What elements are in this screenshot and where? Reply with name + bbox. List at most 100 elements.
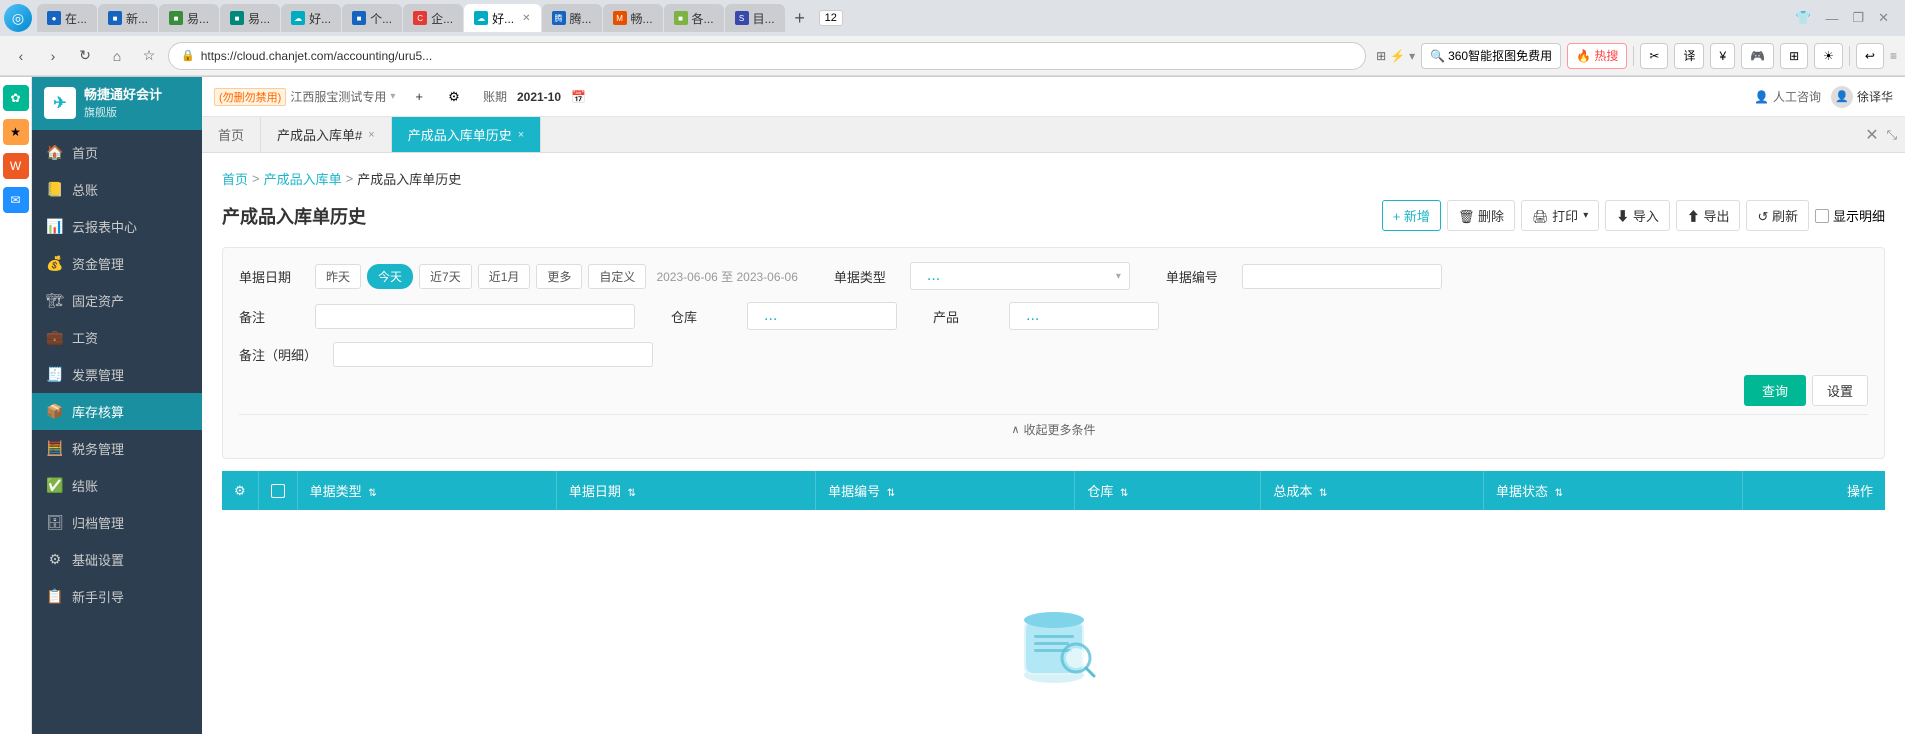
breadcrumb-home[interactable]: 首页 [222, 169, 248, 188]
bolt-icon[interactable]: ⚡ [1390, 49, 1405, 63]
sidebar-item-home[interactable]: 🏠 首页 [32, 134, 202, 171]
search-bar[interactable]: 🔍 360智能抠图免费用 [1421, 43, 1561, 69]
collapse-button[interactable]: ∧ 收起更多条件 [239, 414, 1868, 444]
sidebar-item-archive[interactable]: 🗄 归档管理 [32, 504, 202, 541]
sidebar-item-tax[interactable]: 🧮 税务管理 [32, 430, 202, 467]
tab-2[interactable]: ■ 新... [98, 4, 158, 32]
tab-11[interactable]: ■ 各... [664, 4, 724, 32]
select-all-checkbox[interactable] [271, 484, 285, 498]
type-filter-select[interactable]: ... ▾ [910, 262, 1130, 290]
tab-3[interactable]: ■ 易... [159, 4, 219, 32]
tab-list-close[interactable]: × [368, 129, 374, 141]
query-button[interactable]: 查询 [1744, 375, 1806, 406]
maximize-button[interactable]: ❐ [1848, 6, 1868, 30]
th-number[interactable]: 单据编号 ⇅ [816, 471, 1075, 510]
tab-page-home[interactable]: 首页 [202, 117, 261, 152]
panel-close-button[interactable]: ✕ [1857, 121, 1886, 149]
yuan-tool[interactable]: ¥ [1710, 43, 1735, 69]
refresh-button[interactable]: ↺ 刷新 [1746, 200, 1809, 231]
th-warehouse[interactable]: 仓库 ⇅ [1075, 471, 1261, 510]
tab-10[interactable]: M 畅... [603, 4, 663, 32]
tab-12[interactable]: S 目... [725, 4, 785, 32]
rail-item-2[interactable]: ★ [3, 119, 29, 145]
date-yesterday[interactable]: 昨天 [315, 264, 361, 289]
user-name-button[interactable]: 👤 徐译华 [1831, 86, 1893, 108]
number-filter-input[interactable] [1242, 264, 1442, 289]
th-date[interactable]: 单据日期 ⇅ [556, 471, 815, 510]
breadcrumb-list[interactable]: 产成品入库单 [264, 169, 342, 188]
panel-expand-button[interactable]: ⤡ [1887, 127, 1897, 143]
tab-4[interactable]: ■ 易... [220, 4, 280, 32]
tab-9[interactable]: 腾 腾... [542, 4, 602, 32]
tab-1[interactable]: ● 在... [37, 4, 97, 32]
tab-page-history[interactable]: 产成品入库单历史 × [392, 117, 541, 152]
tab-5[interactable]: ☁ 好... [281, 4, 341, 32]
refresh-nav-button[interactable]: ↻ [72, 43, 98, 69]
shirt-icon[interactable]: 👕 [1791, 6, 1815, 30]
layout-tool[interactable]: ⊞ [1780, 43, 1808, 69]
sun-tool[interactable]: ☀ [1814, 43, 1843, 69]
th-cost[interactable]: 总成本 ⇅ [1261, 471, 1484, 510]
th-checkbox[interactable] [258, 471, 297, 510]
forward-button[interactable]: › [40, 43, 66, 69]
product-filter-select[interactable]: ... [1009, 302, 1159, 330]
print-button[interactable]: 🖨 打印 [1521, 200, 1599, 231]
th-status[interactable]: 单据状态 ⇅ [1483, 471, 1742, 510]
tab-8[interactable]: ☁ 好... ✕ [464, 4, 540, 32]
import-button[interactable]: ⬇ 导入 [1605, 200, 1670, 231]
sidebar-item-checkout[interactable]: ✅ 结账 [32, 467, 202, 504]
remarks-filter-input[interactable] [315, 304, 635, 329]
date-month[interactable]: 近1月 [478, 264, 531, 289]
user-service-button[interactable]: 👤 人工咨询 [1754, 88, 1821, 105]
warehouse-dots[interactable]: ... [760, 307, 781, 325]
rail-item-logo[interactable]: ✿ [3, 85, 29, 111]
rail-item-4[interactable]: ✉ [3, 187, 29, 213]
dropdown-arrow-icon[interactable]: ▾ [1409, 49, 1415, 63]
delete-button[interactable]: 🗑 删除 [1447, 200, 1515, 231]
sidebar-item-ledger[interactable]: 📒 总账 [32, 171, 202, 208]
address-input[interactable]: 🔒 https://cloud.chanjet.com/accounting/u… [168, 42, 1366, 70]
cut-tool[interactable]: ✂ [1640, 43, 1668, 69]
close-button[interactable]: ✕ [1874, 6, 1893, 30]
type-dots[interactable]: ... [923, 267, 944, 285]
grid-icon[interactable]: ⊞ [1376, 49, 1386, 63]
sidebar-item-newbill[interactable]: 📋 新手引导 [32, 578, 202, 615]
product-dots[interactable]: ... [1022, 307, 1043, 325]
th-type[interactable]: 单据类型 ⇅ [297, 471, 556, 510]
add-button[interactable]: + 新增 [1382, 200, 1441, 231]
date-custom[interactable]: 自定义 [588, 264, 646, 289]
add-company-button[interactable]: + [405, 84, 433, 109]
date-today[interactable]: 今天 [367, 264, 413, 289]
game-tool[interactable]: 🎮 [1741, 43, 1774, 69]
sidebar-item-fixed[interactable]: 🏗 固定资产 [32, 282, 202, 319]
show-detail-checkbox[interactable] [1815, 209, 1829, 223]
undo-tool[interactable]: ↩ [1856, 43, 1884, 69]
sidebar-item-report[interactable]: 📊 云报表中心 [32, 208, 202, 245]
sidebar-item-settings[interactable]: ⚙ 基础设置 [32, 541, 202, 578]
export-button[interactable]: ⬆ 导出 [1676, 200, 1741, 231]
date-week[interactable]: 近7天 [419, 264, 472, 289]
home-nav-button[interactable]: ⌂ [104, 43, 130, 69]
remarks-detail-input[interactable] [333, 342, 653, 367]
more-tools[interactable]: ≡ [1890, 49, 1897, 63]
back-button[interactable]: ‹ [8, 43, 34, 69]
translate-tool[interactable]: 译 [1674, 43, 1704, 69]
new-tab-button[interactable]: + [786, 4, 814, 32]
rail-item-3[interactable]: W [3, 153, 29, 179]
sidebar-item-invoice[interactable]: 🧾 发票管理 [32, 356, 202, 393]
warehouse-filter-select[interactable]: ... [747, 302, 897, 330]
sidebar-item-cashflow[interactable]: 💰 资金管理 [32, 245, 202, 282]
period-calendar-icon[interactable]: 📅 [571, 90, 586, 104]
tab-6[interactable]: ■ 个... [342, 4, 402, 32]
minimize-button[interactable]: — [1821, 7, 1842, 30]
hot-search-button[interactable]: 🔥 热搜 [1567, 43, 1627, 69]
tab-page-list[interactable]: 产成品入库单# × [261, 117, 392, 152]
bookmark-button[interactable]: ☆ [136, 43, 162, 69]
th-settings[interactable]: ⚙ [222, 471, 258, 510]
company-settings-button[interactable]: ⚙ [443, 86, 465, 108]
tab-8-close[interactable]: ✕ [522, 13, 530, 24]
tab-7[interactable]: C 企... [403, 4, 463, 32]
tab-history-close[interactable]: × [518, 129, 524, 141]
filter-settings-button[interactable]: 设置 [1812, 375, 1868, 406]
company-selector[interactable]: (勿删勿禁用) 江西服宝测试专用 ▾ [214, 88, 395, 106]
